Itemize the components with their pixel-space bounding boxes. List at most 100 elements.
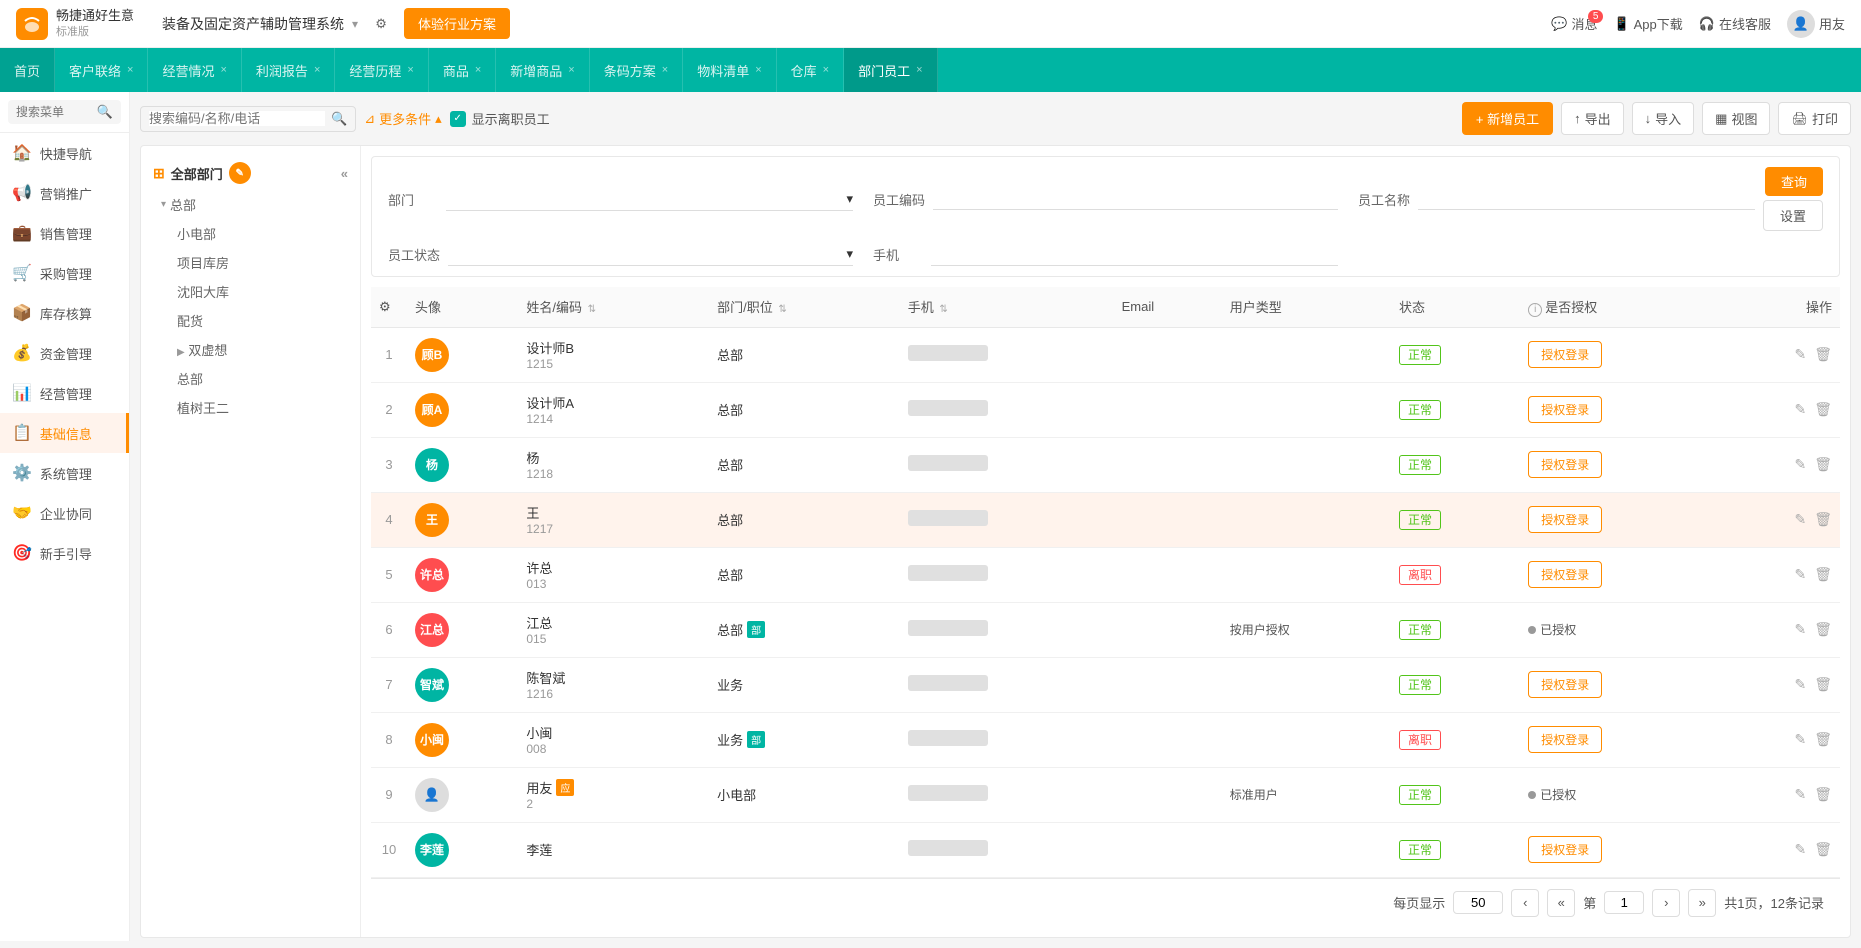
per-page-input[interactable] (1453, 891, 1503, 914)
sidebar-search-input[interactable] (16, 105, 97, 119)
prev-page-btn2[interactable]: « (1547, 889, 1575, 917)
auth-login-btn[interactable]: 授权登录 (1528, 506, 1602, 533)
filter-settings-btn[interactable]: 设置 (1763, 200, 1823, 231)
edit-icon[interactable]: ✎ (1794, 401, 1806, 418)
nav-tab-profit[interactable]: 利润报告× (242, 48, 335, 92)
nav-tab-home[interactable]: 首页 (0, 48, 55, 92)
auth-login-btn[interactable]: 授权登录 (1528, 341, 1602, 368)
close-icon[interactable]: × (314, 64, 320, 76)
dept-node-peihuo[interactable]: 配货 (153, 306, 360, 335)
delete-icon[interactable]: 🗑 (1814, 566, 1832, 583)
col-name[interactable]: 姓名/编码 ⇅ (518, 287, 709, 327)
delete-icon[interactable]: 🗑 (1814, 401, 1832, 418)
edit-icon[interactable]: ✎ (1794, 621, 1806, 638)
delete-icon[interactable]: 🗑 (1814, 346, 1832, 363)
show-resigned-toggle[interactable]: ✓ 显示离职员工 (450, 109, 550, 128)
sidebar-item-inventory[interactable]: 📦 库存核算 (0, 293, 129, 333)
edit-icon[interactable]: ✎ (1794, 456, 1806, 473)
next-page-btn2[interactable]: » (1688, 889, 1716, 917)
experience-btn[interactable]: 体验行业方案 (404, 8, 510, 39)
nav-tab-goods[interactable]: 商品× (429, 48, 496, 92)
nav-tab-customer[interactable]: 客户联络× (55, 48, 148, 92)
auth-login-btn[interactable]: 授权登录 (1528, 451, 1602, 478)
page-number-input[interactable] (1604, 891, 1644, 914)
edit-icon[interactable]: ✎ (1794, 841, 1806, 858)
employee-search-input[interactable] (149, 111, 325, 126)
dept-node-xiaodianju[interactable]: 小电部 (153, 219, 360, 248)
app-download-btn[interactable]: 📱 App下载 (1613, 14, 1682, 33)
edit-icon[interactable]: ✎ (1794, 346, 1806, 363)
sidebar-item-purchase[interactable]: 🛒 采购管理 (0, 253, 129, 293)
delete-icon[interactable]: 🗑 (1814, 621, 1832, 638)
close-icon[interactable]: × (127, 64, 133, 76)
edit-icon[interactable]: ✎ (1794, 676, 1806, 693)
nav-tab-ops[interactable]: 经营情况× (148, 48, 241, 92)
sidebar-item-finance[interactable]: 💰 资金管理 (0, 333, 129, 373)
dept-collapse-btn[interactable]: « (341, 166, 348, 181)
message-btn[interactable]: 💬 消息 5 (1551, 14, 1597, 33)
online-service-btn[interactable]: 🎧 在线客服 (1699, 14, 1771, 33)
delete-icon[interactable]: 🗑 (1814, 841, 1832, 858)
query-btn[interactable]: 查询 (1765, 167, 1823, 196)
dept-node-zongbu[interactable]: 总部 (153, 364, 360, 393)
more-conditions-btn[interactable]: ⊿ 更多条件 ▴ (364, 109, 441, 128)
dept-node-shenyangdaku[interactable]: 沈阳大库 (153, 277, 360, 306)
resigned-checkbox[interactable]: ✓ (450, 111, 466, 127)
view-btn[interactable]: ▦ 视图 (1702, 102, 1770, 135)
prev-page-btn[interactable]: ‹ (1511, 889, 1539, 917)
sidebar-item-basic[interactable]: 📋 基础信息 (0, 413, 129, 453)
close-icon[interactable]: × (662, 64, 668, 76)
nav-tab-warehouse[interactable]: 仓库× (777, 48, 844, 92)
col-phone[interactable]: 手机 ⇅ (900, 287, 1114, 327)
col-dept[interactable]: 部门/职位 ⇅ (709, 287, 900, 327)
phone-input[interactable] (931, 244, 1338, 266)
system-title-dropdown-icon[interactable]: ▾ (352, 17, 358, 31)
print-btn[interactable]: 🖨 打印 (1778, 102, 1851, 135)
edit-icon[interactable]: ✎ (1794, 511, 1806, 528)
nav-tab-staff[interactable]: 部门员工× (844, 48, 937, 92)
edit-icon[interactable]: ✎ (1794, 786, 1806, 803)
sidebar-item-marketing[interactable]: 📢 营销推广 (0, 173, 129, 213)
sidebar-item-operations[interactable]: 📊 经营管理 (0, 373, 129, 413)
next-page-btn[interactable]: › (1652, 889, 1680, 917)
close-icon[interactable]: × (475, 64, 481, 76)
sidebar-item-sales[interactable]: 💼 销售管理 (0, 213, 129, 253)
nav-tab-bom[interactable]: 物料清单× (683, 48, 776, 92)
dept-select[interactable]: ▾ (446, 188, 853, 211)
nav-tab-add-goods[interactable]: 新增商品× (496, 48, 589, 92)
add-employee-btn[interactable]: + 新增员工 (1462, 102, 1553, 135)
auth-login-btn[interactable]: 授权登录 (1528, 836, 1602, 863)
delete-icon[interactable]: 🗑 (1814, 786, 1832, 803)
user-btn[interactable]: 👤 用友 (1787, 10, 1845, 38)
edit-icon[interactable]: ✎ (1794, 731, 1806, 748)
import-btn[interactable]: ↓ 导入 (1632, 102, 1695, 135)
close-icon[interactable]: × (823, 64, 829, 76)
edit-icon[interactable]: ✎ (1794, 566, 1806, 583)
settings-icon-btn[interactable]: ⚙ (366, 9, 396, 39)
dept-node-xiangmukufang[interactable]: 项目库房 (153, 248, 360, 277)
dept-group-title[interactable]: ▾ 总部 (153, 190, 360, 219)
auth-login-btn[interactable]: 授权登录 (1528, 396, 1602, 423)
dept-node-zhishuwanger[interactable]: 植树王二 (153, 393, 360, 422)
emp-code-input[interactable] (933, 188, 1338, 210)
sidebar-item-guide[interactable]: 🎯 新手引导 (0, 533, 129, 573)
delete-icon[interactable]: 🗑 (1814, 731, 1832, 748)
close-icon[interactable]: × (568, 64, 574, 76)
auth-login-btn[interactable]: 授权登录 (1528, 561, 1602, 588)
close-icon[interactable]: × (407, 64, 413, 76)
dept-node-shuangxuxiang[interactable]: ▶ 双虚想 (153, 335, 360, 364)
close-icon[interactable]: × (220, 64, 226, 76)
col-settings[interactable]: ⚙ (371, 287, 407, 327)
delete-icon[interactable]: 🗑 (1814, 511, 1832, 528)
emp-name-input[interactable] (1418, 188, 1755, 210)
dept-edit-btn[interactable]: ✎ (229, 162, 251, 184)
auth-login-btn[interactable]: 授权登录 (1528, 671, 1602, 698)
nav-tab-process[interactable]: 经营历程× (335, 48, 428, 92)
delete-icon[interactable]: 🗑 (1814, 456, 1832, 473)
close-icon[interactable]: × (755, 64, 761, 76)
close-icon[interactable]: × (916, 64, 922, 76)
sidebar-item-system[interactable]: ⚙️ 系统管理 (0, 453, 129, 493)
nav-tab-barcode[interactable]: 条码方案× (590, 48, 683, 92)
auth-login-btn[interactable]: 授权登录 (1528, 726, 1602, 753)
delete-icon[interactable]: 🗑 (1814, 676, 1832, 693)
